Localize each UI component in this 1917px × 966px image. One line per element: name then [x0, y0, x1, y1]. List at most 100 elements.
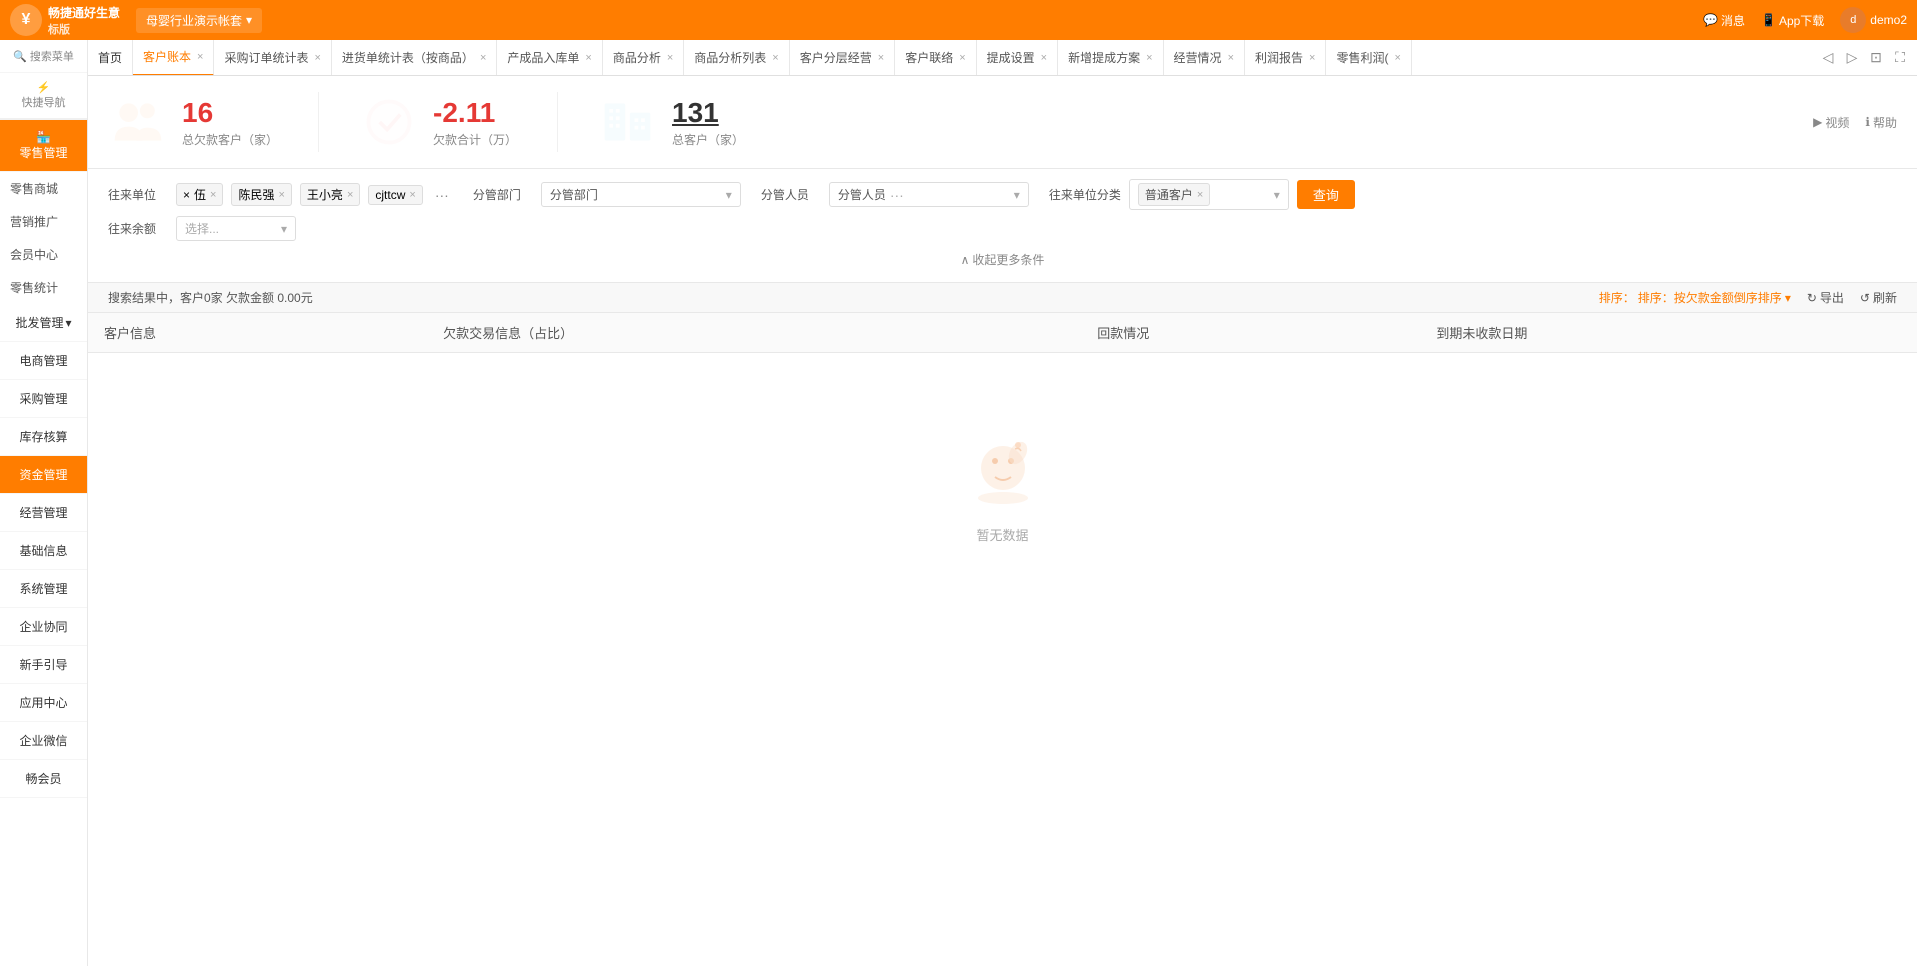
tab-controls: ◁ ▷ ⊡ ⛶ — [1811, 47, 1917, 69]
tab-close-goods-list[interactable]: × — [772, 52, 778, 64]
table-header-row: 客户信息 欠款交易信息（占比） 回款情况 到期未收款日期 — [88, 313, 1917, 353]
collapse-btn[interactable]: ∧ 收起更多条件 — [108, 247, 1897, 272]
tab-close-cost[interactable]: × — [585, 52, 591, 64]
stat-label-debt: 欠款合计（万） — [433, 131, 517, 148]
remove-tag-unit-4[interactable]: × — [409, 189, 415, 201]
more-tags-btn[interactable]: ··· — [431, 185, 453, 205]
unit-class-select[interactable]: 普通客户 × ▾ — [1129, 179, 1289, 210]
filter-tag-class-1[interactable]: 普通客户 × — [1138, 183, 1210, 206]
unit-class-label: 往来单位分类 — [1049, 186, 1121, 203]
sidebar-item-retail-mall[interactable]: 零售商城 — [0, 172, 87, 205]
tab-close-customer-book[interactable]: × — [197, 51, 203, 63]
tab-inbound-stats[interactable]: 进货单统计表（按商品） × — [332, 40, 497, 76]
refresh-btn[interactable]: ↺ 刷新 — [1860, 289, 1897, 306]
workspace-selector[interactable]: 母婴行业演示帐套 ▾ — [136, 8, 262, 33]
sidebar-quick-nav[interactable]: ⚡ 快捷导航 — [0, 73, 87, 120]
tab-proposal-settings[interactable]: 提成设置 × — [977, 40, 1058, 76]
debt-icon — [359, 92, 419, 152]
tab-goods-list[interactable]: 商品分析列表 × — [684, 40, 789, 76]
tab-close-all-btn[interactable]: ⊡ — [1865, 47, 1887, 69]
sidebar-item-retail-manage[interactable]: 🏪 零售管理 — [0, 120, 87, 172]
refresh-icon: ↺ — [1860, 291, 1870, 305]
sidebar-item-inventory[interactable]: 库存核算 — [0, 418, 87, 456]
top-bar: ¥ 畅捷通好生意 标版 母婴行业演示帐套 ▾ 💬 消息 📱 App下载 d de… — [0, 0, 1917, 40]
tab-close-profit[interactable]: × — [1309, 52, 1315, 64]
table-container: 客户信息 欠款交易信息（占比） 回款情况 到期未收款日期 — [88, 313, 1917, 966]
tab-close-proposal[interactable]: × — [1041, 52, 1047, 64]
sidebar-item-app-center[interactable]: 应用中心 — [0, 684, 87, 722]
sidebar: 🔍 搜索菜单 ⚡ 快捷导航 🏪 零售管理 零售商城 营销推广 会员中心 零售统计 — [0, 40, 88, 966]
message-btn[interactable]: 💬 消息 — [1703, 12, 1745, 29]
tab-close-new-proposal[interactable]: × — [1146, 52, 1152, 64]
top-bar-right: 💬 消息 📱 App下载 d demo2 — [1703, 7, 1907, 33]
stat-info-customers: 16 总欠款客户（家） — [182, 97, 278, 148]
sidebar-item-basic-info[interactable]: 基础信息 — [0, 532, 87, 570]
sidebar-item-system[interactable]: 系统管理 — [0, 570, 87, 608]
filter-tag-unit-4[interactable]: cjttcw × — [368, 185, 422, 205]
stat-label-customers: 总欠款客户（家） — [182, 131, 278, 148]
sidebar-item-operations[interactable]: 经营管理 — [0, 494, 87, 532]
tab-cost-inbound[interactable]: 产成品入库单 × — [497, 40, 602, 76]
tab-purchase-order[interactable]: 采购订单统计表 × — [214, 40, 331, 76]
tab-close-inbound[interactable]: × — [480, 52, 486, 64]
filter-tag-unit-2[interactable]: 陈民强 × — [231, 183, 291, 206]
export-btn[interactable]: ↻ 导出 — [1807, 289, 1844, 306]
filter-tag-unit-3[interactable]: 王小亮 × — [300, 183, 360, 206]
query-button[interactable]: 查询 — [1297, 180, 1355, 209]
tab-new-proposal[interactable]: 新增提成方案 × — [1058, 40, 1163, 76]
tab-home[interactable]: 首页 — [88, 40, 133, 76]
help-btn[interactable]: ℹ 帮助 — [1865, 114, 1897, 131]
balance-arrow-icon: ▾ — [281, 222, 287, 236]
tab-close-goods[interactable]: × — [667, 52, 673, 64]
video-help-btn[interactable]: ▶ 视频 — [1813, 114, 1849, 131]
dept-select[interactable]: 分管部门 ▾ — [541, 182, 741, 207]
sidebar-item-member[interactable]: 畅会员 — [0, 760, 87, 798]
tab-close-segment[interactable]: × — [878, 52, 884, 64]
sidebar-item-marketing[interactable]: 营销推广 — [0, 205, 87, 238]
sidebar-item-wholesale[interactable]: 批发管理▾ — [0, 304, 87, 342]
tab-bar: 首页 客户账本 × 采购订单统计表 × 进货单统计表（按商品） × 产成品入库单… — [88, 40, 1917, 76]
tab-customer-segment[interactable]: 客户分层经营 × — [790, 40, 895, 76]
tab-close-ops[interactable]: × — [1228, 52, 1234, 64]
remove-tag-unit-1[interactable]: × — [210, 189, 216, 201]
sidebar-item-new-guide[interactable]: 新手引导 — [0, 646, 87, 684]
tab-close-purchase[interactable]: × — [314, 52, 320, 64]
app-container: ¥ 畅捷通好生意 标版 母婴行业演示帐套 ▾ 💬 消息 📱 App下载 d de… — [0, 0, 1917, 966]
tab-next-btn[interactable]: ▷ — [1841, 47, 1863, 69]
sidebar-item-wechat[interactable]: 企业微信 — [0, 722, 87, 760]
tab-goods-analysis[interactable]: 商品分析 × — [603, 40, 684, 76]
sidebar-item-retail-stats[interactable]: 零售统计 — [0, 271, 87, 304]
sidebar-item-purchase[interactable]: 采购管理 — [0, 380, 87, 418]
filter-tag-unit-1[interactable]: × 伍 × — [176, 183, 223, 206]
tab-retail-profit[interactable]: 零售利润( × — [1326, 40, 1411, 76]
tab-fullscreen-btn[interactable]: ⛶ — [1889, 47, 1911, 69]
col-debt-info: 欠款交易信息（占比） — [427, 313, 1081, 353]
filter-area: 往来单位 × 伍 × 陈民强 × 王小亮 × cjtt — [88, 169, 1917, 283]
balance-select[interactable]: 选择... ▾ — [176, 216, 296, 241]
results-actions: 排序： 排序：按欠款金额倒序排序 ▾ ↻ 导出 ↺ 刷新 — [1599, 289, 1897, 306]
sort-select[interactable]: 排序： 排序：按欠款金额倒序排序 ▾ — [1599, 289, 1791, 306]
sidebar-search[interactable]: 🔍 搜索菜单 — [0, 40, 87, 73]
sidebar-item-ecommerce[interactable]: 电商管理 — [0, 342, 87, 380]
stat-block-debt: -2.11 欠款合计（万） — [359, 92, 558, 152]
manager-select[interactable]: 分管人员 ··· ▾ — [829, 182, 1029, 207]
remove-tag-unit-2[interactable]: × — [278, 189, 284, 201]
tab-customer-book[interactable]: 客户账本 × — [133, 40, 214, 76]
tab-prev-btn[interactable]: ◁ — [1817, 47, 1839, 69]
customers-icon — [108, 92, 168, 152]
app-download-btn[interactable]: 📱 App下载 — [1761, 12, 1824, 29]
remove-tag-unit-3[interactable]: × — [347, 189, 353, 201]
col-due-date: 到期未收款日期 — [1420, 313, 1917, 353]
manager-arrow-icon: ▾ — [1014, 188, 1020, 202]
tab-close-contact[interactable]: × — [959, 52, 965, 64]
remove-class-tag[interactable]: × — [1197, 189, 1203, 201]
tab-ops-overview[interactable]: 经营情况 × — [1164, 40, 1245, 76]
sidebar-item-member-center[interactable]: 会员中心 — [0, 238, 87, 271]
help-icon: ℹ — [1865, 115, 1870, 129]
tab-profit-report[interactable]: 利润报告 × — [1245, 40, 1326, 76]
user-menu[interactable]: d demo2 — [1840, 7, 1907, 33]
tab-close-retail-profit[interactable]: × — [1394, 52, 1400, 64]
sidebar-item-enterprise[interactable]: 企业协同 — [0, 608, 87, 646]
sidebar-item-finance[interactable]: 资金管理 — [0, 456, 87, 494]
tab-customer-contact[interactable]: 客户联络 × — [895, 40, 976, 76]
